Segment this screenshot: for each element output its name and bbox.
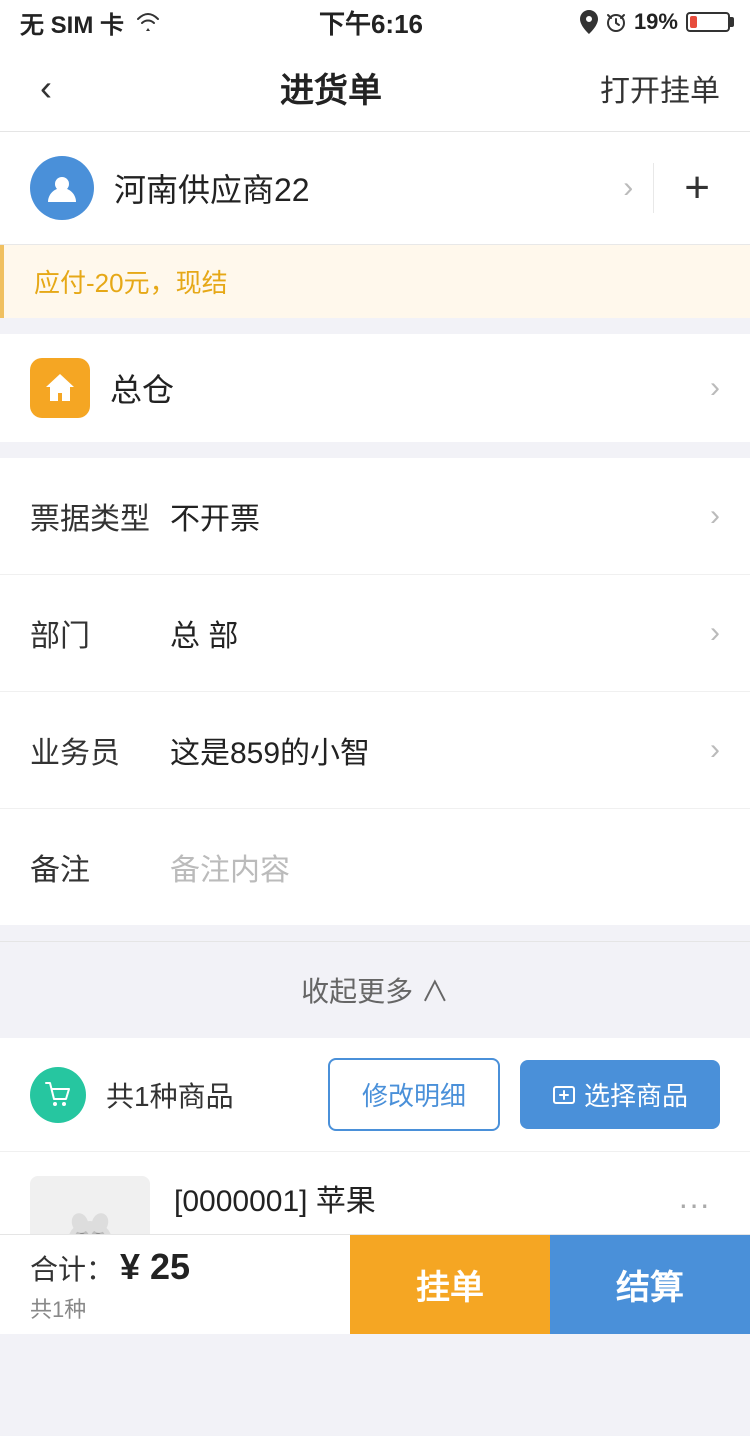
form-card: 票据类型 不开票 › 部门 总 部 › 业务员 这是859的小智 › 备注 备注… xyxy=(0,458,750,925)
sales-label: 业务员 xyxy=(30,728,150,772)
supplier-avatar xyxy=(30,156,94,220)
supplier-row[interactable]: 河南供应商22 › + xyxy=(0,132,750,245)
person-icon xyxy=(44,170,80,206)
hang-button[interactable]: 挂单 xyxy=(350,1235,550,1334)
product-name: [0000001] 苹果 xyxy=(174,1176,644,1220)
warehouse-icon xyxy=(30,358,90,418)
checkout-button[interactable]: 结算 xyxy=(550,1235,750,1334)
remark-label: 备注 xyxy=(30,845,150,889)
select-product-label: 选择商品 xyxy=(584,1076,688,1113)
back-button[interactable]: ‹ xyxy=(30,57,62,119)
product-more-button[interactable]: ··· xyxy=(668,1176,720,1233)
products-header: 共1种商品 修改明细 选择商品 xyxy=(0,1038,750,1152)
total-area: 合计： ¥ 25 共1种 xyxy=(0,1235,350,1334)
location-icon xyxy=(580,10,598,34)
bottom-bar: 合计： ¥ 25 共1种 挂单 结算 xyxy=(0,1234,750,1334)
dept-value: 总 部 xyxy=(150,611,700,655)
remark-row[interactable]: 备注 备注内容 xyxy=(0,809,750,925)
collapse-button[interactable]: 收起更多 ∧ xyxy=(0,941,750,1038)
bottom-spacer xyxy=(0,1336,750,1436)
status-bar: 无 SIM 卡 下午6:16 19% xyxy=(0,0,750,44)
invoice-row[interactable]: 票据类型 不开票 › xyxy=(0,458,750,575)
invoice-label: 票据类型 xyxy=(30,494,150,538)
page-title: 进货单 xyxy=(280,63,382,112)
product-count-text: 共1种商品 xyxy=(106,1075,308,1115)
total-label: 合计： xyxy=(30,1248,114,1288)
add-product-icon xyxy=(552,1083,576,1107)
dept-label: 部门 xyxy=(30,611,150,655)
sales-chevron-icon: › xyxy=(710,733,720,767)
invoice-value: 不开票 xyxy=(150,494,700,538)
dept-chevron-icon: › xyxy=(710,616,720,650)
payment-hint: 应付-20元，现结 xyxy=(0,245,750,318)
alarm-icon xyxy=(606,11,626,33)
open-hang-button[interactable]: 打开挂单 xyxy=(600,66,720,110)
select-product-button[interactable]: 选择商品 xyxy=(520,1060,720,1129)
total-count: 共1种 xyxy=(30,1292,320,1324)
cart-icon xyxy=(43,1080,73,1110)
product-code: [0000001] xyxy=(174,1185,307,1218)
total-amount: ¥ 25 xyxy=(120,1246,190,1288)
warehouse-chevron-icon: › xyxy=(710,371,720,405)
status-right: 19% xyxy=(580,9,730,35)
product-title: 苹果 xyxy=(316,1185,376,1218)
status-left: 无 SIM 卡 xyxy=(20,5,162,40)
remark-placeholder[interactable]: 备注内容 xyxy=(150,845,720,889)
edit-detail-button[interactable]: 修改明细 xyxy=(328,1058,500,1131)
supplier-card: 河南供应商22 › + 应付-20元，现结 xyxy=(0,132,750,318)
carrier-text: 无 SIM 卡 xyxy=(20,5,124,40)
warehouse-card[interactable]: 总仓 › xyxy=(0,334,750,442)
warehouse-row[interactable]: 总仓 › xyxy=(0,334,750,442)
nav-bar: ‹ 进货单 打开挂单 xyxy=(0,44,750,132)
house-icon xyxy=(43,371,77,405)
sales-value: 这是859的小智 xyxy=(150,728,700,772)
battery-icon xyxy=(686,12,730,32)
dept-row[interactable]: 部门 总 部 › xyxy=(0,575,750,692)
product-count-icon xyxy=(30,1067,86,1123)
status-time: 下午6:16 xyxy=(319,4,423,41)
supplier-divider xyxy=(653,163,654,213)
battery-text: 19% xyxy=(634,9,678,35)
add-supplier-button[interactable]: + xyxy=(674,163,720,213)
wifi-icon xyxy=(134,12,162,32)
sales-row[interactable]: 业务员 这是859的小智 › xyxy=(0,692,750,809)
warehouse-name: 总仓 xyxy=(110,365,700,411)
supplier-chevron-icon: › xyxy=(623,171,633,205)
invoice-chevron-icon: › xyxy=(710,499,720,533)
supplier-name: 河南供应商22 xyxy=(114,165,613,211)
